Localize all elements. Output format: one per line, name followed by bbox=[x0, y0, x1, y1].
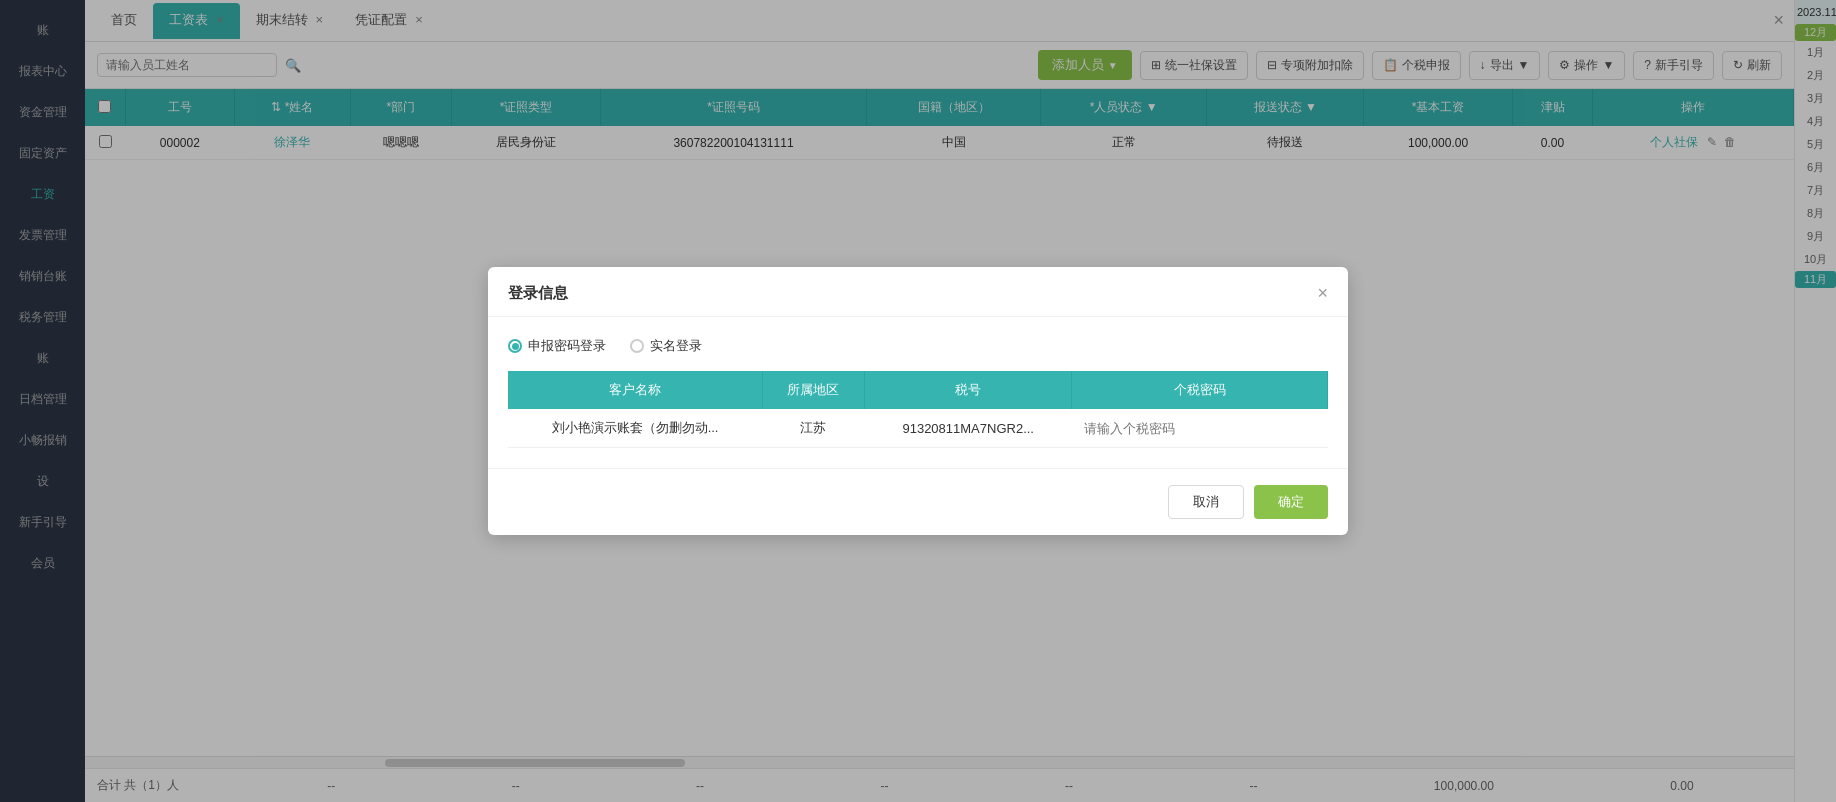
dialog-footer: 取消 确定 bbox=[488, 468, 1348, 535]
modal-overlay: 登录信息 × 申报密码登录 实名登录 客户名称 所属地 bbox=[0, 0, 1836, 802]
client-table-row: 刘小艳演示账套（勿删勿动... 江苏 91320811MA7NGR2... bbox=[508, 409, 1328, 448]
dialog-body: 申报密码登录 实名登录 客户名称 所属地区 税号 个税密码 bbox=[488, 317, 1348, 468]
radio-realname-indicator bbox=[630, 339, 644, 353]
confirm-button[interactable]: 确定 bbox=[1254, 485, 1328, 519]
tax-password-input[interactable] bbox=[1084, 421, 1316, 436]
dialog-title: 登录信息 bbox=[508, 284, 568, 303]
col-tax-password: 个税密码 bbox=[1072, 371, 1328, 409]
dialog-close-button[interactable]: × bbox=[1317, 283, 1328, 304]
client-table: 客户名称 所属地区 税号 个税密码 刘小艳演示账套（勿删勿动... 江苏 913… bbox=[508, 371, 1328, 448]
radio-password-login[interactable]: 申报密码登录 bbox=[508, 337, 606, 355]
cancel-button[interactable]: 取消 bbox=[1168, 485, 1244, 519]
cell-client-region: 江苏 bbox=[762, 409, 865, 448]
dialog-header: 登录信息 × bbox=[488, 267, 1348, 317]
col-region: 所属地区 bbox=[762, 371, 865, 409]
radio-realname-login[interactable]: 实名登录 bbox=[630, 337, 702, 355]
col-client-name: 客户名称 bbox=[508, 371, 762, 409]
login-dialog: 登录信息 × 申报密码登录 实名登录 客户名称 所属地 bbox=[488, 267, 1348, 535]
cell-tax-password[interactable] bbox=[1072, 409, 1328, 448]
login-type-radio-group: 申报密码登录 实名登录 bbox=[508, 337, 1328, 355]
radio-password-indicator bbox=[508, 339, 522, 353]
col-tax-no: 税号 bbox=[865, 371, 1072, 409]
cell-tax-no: 91320811MA7NGR2... bbox=[865, 409, 1072, 448]
cell-client-name: 刘小艳演示账套（勿删勿动... bbox=[508, 409, 762, 448]
